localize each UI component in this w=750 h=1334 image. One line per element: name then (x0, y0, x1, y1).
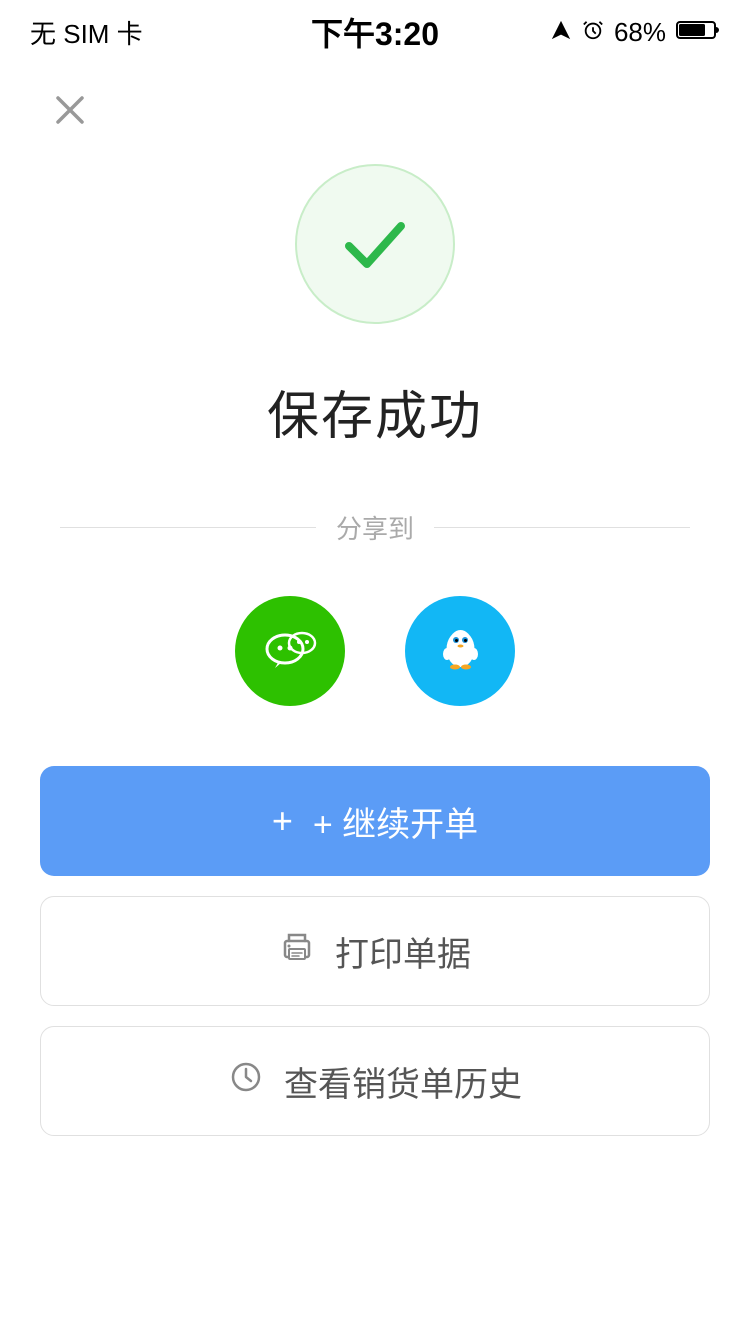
success-title: 保存成功 (267, 374, 483, 449)
share-qq-button[interactable] (405, 596, 515, 706)
checkmark-icon (335, 204, 415, 284)
share-icons (60, 596, 690, 706)
location-icon (550, 17, 572, 48)
status-right: 68% (550, 17, 720, 48)
plus-icon: + (272, 800, 293, 842)
carrier-text: 无 SIM 卡 (30, 14, 143, 51)
battery-icon (676, 17, 720, 48)
print-button[interactable]: 打印单据 (40, 896, 710, 1006)
success-icon-wrapper (295, 164, 455, 324)
qq-icon (428, 619, 493, 684)
continue-button-label: + 继续开单 (313, 797, 478, 846)
main-content: 保存成功 分享到 (0, 64, 750, 1136)
status-bar: 无 SIM 卡 下午3:20 68% (0, 0, 750, 64)
history-button-label: 查看销货单历史 (284, 1057, 522, 1106)
continue-button[interactable]: + + 继续开单 (40, 766, 710, 876)
share-wechat-button[interactable] (235, 596, 345, 706)
alarm-icon (582, 17, 604, 48)
action-buttons: + + 继续开单 打印单据 (0, 766, 750, 1136)
divider-line-right (434, 527, 690, 528)
history-button[interactable]: 查看销货单历史 (40, 1026, 710, 1136)
status-left: 无 SIM 卡 (30, 14, 153, 51)
print-button-label: 打印单据 (335, 927, 471, 976)
share-divider: 分享到 (60, 509, 690, 546)
share-label: 分享到 (336, 509, 414, 546)
divider-line-left (60, 527, 316, 528)
status-time: 下午3:20 (311, 9, 439, 55)
wechat-icon (258, 619, 323, 684)
clock-icon (228, 1059, 264, 1104)
close-button[interactable] (40, 80, 100, 140)
share-section: 分享到 (0, 509, 750, 706)
battery-text: 68% (614, 17, 666, 48)
print-icon (279, 929, 315, 974)
